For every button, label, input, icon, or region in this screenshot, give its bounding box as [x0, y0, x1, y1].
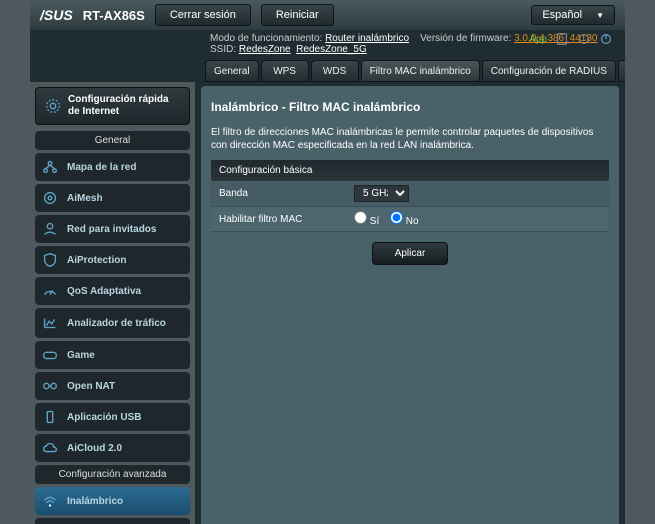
- nav-traffic-analyzer[interactable]: Analizador de tráfico: [35, 308, 190, 338]
- app-link[interactable]: App: [529, 34, 547, 45]
- cloud-icon: [41, 439, 59, 457]
- nav-guest-network[interactable]: Red para invitados: [35, 215, 190, 243]
- tab-professional[interactable]: Professional: [618, 60, 625, 82]
- section-advanced: Configuración avanzada: [35, 465, 190, 484]
- language-label: Español: [542, 9, 582, 21]
- nav-label: Analizador de tráfico: [67, 318, 166, 329]
- gamepad-icon: [41, 346, 59, 364]
- tab-wds[interactable]: WDS: [311, 60, 359, 82]
- subheader: Modo de funcionamiento: Router inalámbri…: [30, 30, 625, 58]
- content-panel: Inalámbrico - Filtro MAC inalámbrico El …: [201, 86, 619, 524]
- sidebar: Configuración rápida de Internet General…: [30, 82, 195, 524]
- nav-network-map[interactable]: Mapa de la red: [35, 153, 190, 181]
- firmware-label: Versión de firmware:: [420, 33, 514, 44]
- logout-button[interactable]: Cerrar sesión: [155, 4, 251, 26]
- nav-open-nat[interactable]: Open NAT: [35, 372, 190, 400]
- radio-yes[interactable]: [354, 211, 367, 224]
- tab-wps[interactable]: WPS: [261, 60, 309, 82]
- nav-aicloud[interactable]: AiCloud 2.0: [35, 434, 190, 462]
- tab-radius[interactable]: Configuración de RADIUS: [482, 60, 616, 82]
- nav-label: Inalámbrico: [67, 496, 123, 507]
- nat-icon: [41, 377, 59, 395]
- apply-button[interactable]: Aplicar: [372, 242, 449, 265]
- nav-label: Aplicación USB: [67, 412, 141, 423]
- tab-mac-filter[interactable]: Filtro MAC inalámbrico: [361, 60, 480, 82]
- mode-label: Modo de funcionamiento:: [210, 33, 325, 44]
- row-enable-filter: Habilitar filtro MAC Sí No: [211, 207, 609, 232]
- qis-label: Configuración rápida de Internet: [68, 94, 181, 118]
- nav-label: Open NAT: [67, 381, 115, 392]
- ssid1-link[interactable]: RedesZone: [239, 44, 291, 55]
- gear-icon: [44, 97, 62, 115]
- tab-general[interactable]: General: [205, 60, 259, 82]
- page-description: El filtro de direcciones MAC inalámbrica…: [211, 122, 609, 160]
- shield-icon: [41, 251, 59, 269]
- wireless-icon: [41, 492, 59, 510]
- qis-button[interactable]: Configuración rápida de Internet: [35, 87, 190, 125]
- nav-label: Mapa de la red: [67, 162, 136, 173]
- status-icon[interactable]: [577, 32, 591, 46]
- mode-link[interactable]: Router inalámbrico: [325, 33, 409, 44]
- chevron-down-icon: ▼: [596, 11, 604, 20]
- nav-wireless[interactable]: Inalámbrico: [35, 487, 190, 515]
- page-title: Inalámbrico - Filtro MAC inalámbrico: [211, 96, 609, 122]
- nav-label: Game: [67, 350, 95, 361]
- network-map-icon: [41, 158, 59, 176]
- guest-network-icon: [41, 220, 59, 238]
- nav-qos[interactable]: QoS Adaptativa: [35, 277, 190, 305]
- usb-icon: [41, 408, 59, 426]
- band-select[interactable]: 5 GHz: [354, 185, 409, 202]
- nav-aimesh[interactable]: AiMesh: [35, 184, 190, 212]
- usb-icon[interactable]: [555, 32, 569, 46]
- nav-aiprotection[interactable]: AiProtection: [35, 246, 190, 274]
- aimesh-icon: [41, 189, 59, 207]
- nav-game[interactable]: Game: [35, 341, 190, 369]
- nav-label: Red para invitados: [67, 224, 156, 235]
- section-general: General: [35, 131, 190, 150]
- nav-label: AiProtection: [67, 255, 126, 266]
- section-basic-config: Configuración básica: [211, 160, 609, 181]
- language-selector[interactable]: Español ▼: [531, 5, 615, 25]
- model-label: RT-AX86S: [83, 8, 145, 23]
- ssid2-link[interactable]: RedesZone_5G: [296, 44, 367, 55]
- nav-label: AiMesh: [67, 193, 103, 204]
- tab-bar: General WPS WDS Filtro MAC inalámbrico C…: [205, 60, 625, 82]
- enable-filter-label: Habilitar filtro MAC: [219, 214, 354, 225]
- brand-logo: /SUS: [40, 7, 73, 23]
- reboot-button[interactable]: Reiniciar: [261, 4, 334, 26]
- nav-label: AiCloud 2.0: [67, 443, 122, 454]
- ssid-label: SSID:: [210, 44, 239, 55]
- nav-label: QoS Adaptativa: [67, 286, 141, 297]
- nav-usb-app[interactable]: Aplicación USB: [35, 403, 190, 431]
- radio-no[interactable]: [390, 211, 403, 224]
- row-band: Banda 5 GHz: [211, 181, 609, 207]
- gauge-icon: [41, 282, 59, 300]
- header-bar: /SUS RT-AX86S Cerrar sesión Reiniciar Es…: [30, 0, 625, 30]
- toggle-icon[interactable]: [599, 32, 613, 46]
- nav-lan[interactable]: LAN: [35, 518, 190, 524]
- band-label: Banda: [219, 188, 354, 199]
- chart-icon: [41, 314, 59, 332]
